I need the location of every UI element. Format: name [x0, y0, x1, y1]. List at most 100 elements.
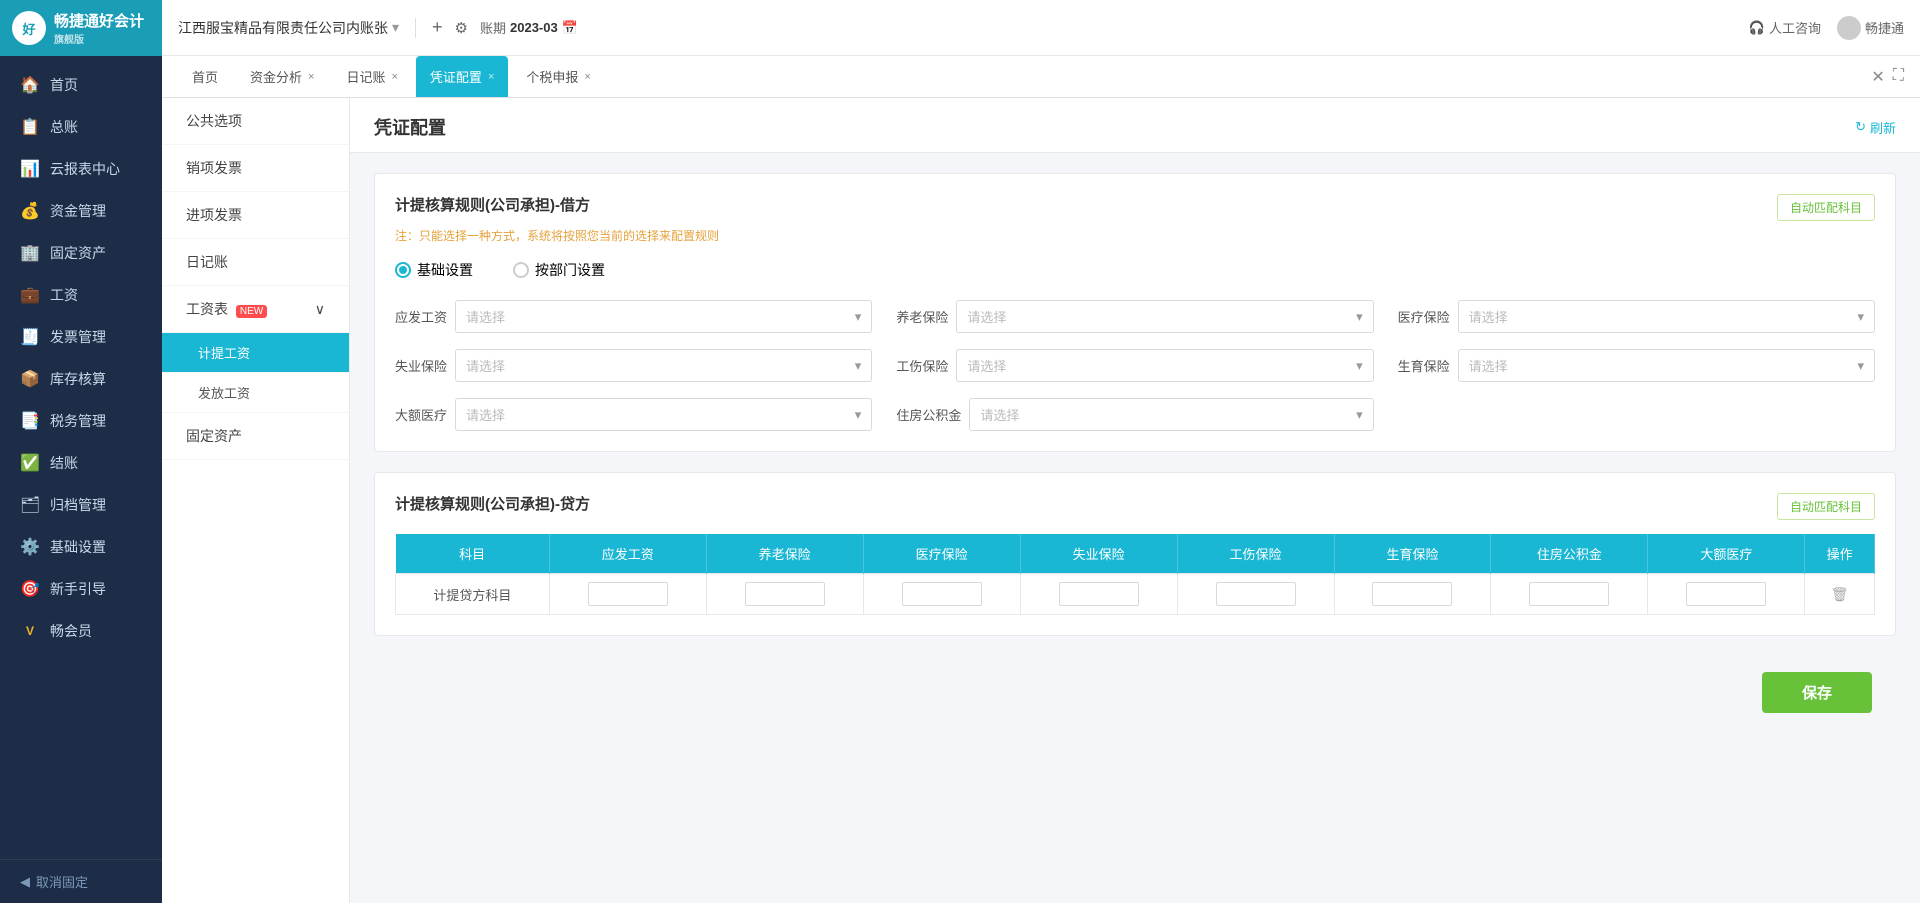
input-shengyu[interactable] [1372, 582, 1452, 606]
td-gongshang-val [1177, 574, 1334, 615]
save-button[interactable]: 保存 [1762, 672, 1872, 713]
refresh-button[interactable]: ↻ 刷新 [1855, 118, 1896, 137]
sidebar-nav: 🏠 首页 📋 总账 📊 云报表中心 💰 资金管理 🏢 固定资产 💼 工资 🧾 发… [0, 56, 162, 859]
radio-department[interactable]: 按部门设置 [513, 260, 605, 280]
sidebar-item-assets[interactable]: 🏢 固定资产 [0, 232, 162, 274]
topbar: 江西服宝精品有限责任公司内账张 ▾ + ⚙ 账期 2023-03 📅 🎧 人工咨… [162, 0, 1920, 56]
field-yiliao-select[interactable]: 请选择 ▾ [1458, 300, 1875, 333]
input-daejyiliao[interactable] [1686, 582, 1766, 606]
sidebar-item-reports[interactable]: 📊 云报表中心 [0, 148, 162, 190]
tab-diary[interactable]: 日记账 × [332, 56, 411, 97]
input-yiliao[interactable] [902, 582, 982, 606]
dropdown-icon: ▾ [855, 358, 862, 374]
sidebar-item-tax[interactable]: 📑 税务管理 [0, 400, 162, 442]
sidebar-item-vip[interactable]: V 畅会员 [0, 610, 162, 652]
expand-tab-action[interactable]: ⛶ [1893, 67, 1904, 87]
field-yingfa-select[interactable]: 请选择 ▾ [455, 300, 872, 333]
tab-close-icon[interactable]: × [488, 71, 494, 83]
auto-match-debit-button[interactable]: 自动匹配科目 [1777, 194, 1875, 221]
input-yanglao[interactable] [745, 582, 825, 606]
field-gongshang-select[interactable]: 请选择 ▾ [956, 349, 1373, 382]
sidebar-item-label: 基础设置 [50, 537, 106, 557]
sidebar-item-ledger[interactable]: 📋 总账 [0, 106, 162, 148]
radio-basic[interactable]: 基础设置 [395, 260, 473, 280]
tab-funds[interactable]: 资金分析 × [236, 56, 328, 97]
inventory-icon: 📦 [20, 369, 40, 389]
section-note: 注：只能选择一种方式，系统将按照您当前的选择来配置规则 [395, 227, 1875, 244]
sidebar-item-inventory[interactable]: 📦 库存核算 [0, 358, 162, 400]
left-menu-diary[interactable]: 日记账 [162, 239, 349, 286]
sidebar-item-funds[interactable]: 💰 资金管理 [0, 190, 162, 232]
sidebar-item-salary[interactable]: 💼 工资 [0, 274, 162, 316]
left-menu-label: 日记账 [186, 254, 228, 270]
field-yingfa: 应发工资 请选择 ▾ [395, 300, 872, 333]
input-gongjijin[interactable] [1529, 582, 1609, 606]
sidebar: 好 畅捷通好会计 旗舰版 🏠 首页 📋 总账 📊 云报表中心 💰 资金管理 🏢 … [0, 0, 162, 903]
left-menu-label: 工资表 NEW [186, 299, 267, 319]
field-daejyiliao-label: 大额医疗 [395, 405, 447, 424]
period-selector[interactable]: 账期 2023-03 📅 [480, 18, 578, 37]
delete-row-button[interactable]: 🗑 [1831, 586, 1849, 602]
dropdown-icon: ▾ [1857, 358, 1864, 374]
invoice-icon: 🧾 [20, 327, 40, 347]
tab-voucher[interactable]: 凭证配置 × [416, 56, 508, 97]
logo-icon: 好 [12, 11, 46, 45]
sidebar-item-archive[interactable]: 🗂 归档管理 [0, 484, 162, 526]
user-button[interactable]: 畅捷通 [1837, 16, 1904, 40]
field-yiliao: 医疗保险 请选择 ▾ [1398, 300, 1875, 333]
tab-close-icon[interactable]: × [584, 71, 590, 83]
input-yingfa[interactable] [588, 582, 668, 606]
support-label: 人工咨询 [1769, 18, 1821, 37]
field-daejyiliao-placeholder: 请选择 [466, 405, 505, 424]
sidebar-item-close[interactable]: ✅ 结账 [0, 442, 162, 484]
left-menu-pay-salary[interactable]: 发放工资 [162, 373, 349, 413]
new-badge: NEW [236, 305, 267, 318]
credit-table: 科目 应发工资 养老保险 医疗保险 失业保险 工伤保险 生育保险 住房公积金 大… [395, 534, 1875, 615]
tab-tax[interactable]: 个税申报 × [512, 56, 604, 97]
tab-close-icon[interactable]: × [391, 71, 397, 83]
th-subject: 科目 [396, 534, 550, 574]
tab-home[interactable]: 首页 [178, 56, 232, 97]
unpin-button[interactable]: ◀ 取消固定 [0, 859, 162, 903]
add-company-button[interactable]: + [432, 17, 443, 38]
sidebar-item-label: 首页 [50, 75, 78, 95]
tab-close-icon[interactable]: × [308, 71, 314, 83]
support-button[interactable]: 🎧 人工咨询 [1749, 18, 1821, 37]
th-shengyu: 生育保险 [1334, 534, 1491, 574]
auto-match-credit-button[interactable]: 自动匹配科目 [1777, 493, 1875, 520]
left-menu-purchase-invoice[interactable]: 进项发票 [162, 192, 349, 239]
left-menu-public[interactable]: 公共选项 [162, 98, 349, 145]
sidebar-item-guide[interactable]: 🎯 新手引导 [0, 568, 162, 610]
field-gongjijin-placeholder: 请选择 [980, 405, 1019, 424]
guide-icon: 🎯 [20, 579, 40, 599]
field-gongjijin-label: 住房公积金 [896, 405, 961, 424]
field-shiye-select[interactable]: 请选择 ▾ [455, 349, 872, 382]
td-delete: 🗑 [1805, 574, 1875, 615]
left-menu-sales-invoice[interactable]: 销项发票 [162, 145, 349, 192]
field-shengyu-placeholder: 请选择 [1469, 356, 1508, 375]
left-menu-accrue-salary[interactable]: 计提工资 [162, 333, 349, 373]
field-daejyiliao: 大额医疗 请选择 ▾ [395, 398, 872, 431]
debit-form-grid: 应发工资 请选择 ▾ 养老保险 请选择 ▾ [395, 300, 1875, 431]
radio-basic-circle [395, 262, 411, 278]
settings-gear-button[interactable]: ⚙ [455, 19, 468, 37]
sidebar-item-label: 总账 [50, 117, 78, 137]
sidebar-item-invoice[interactable]: 🧾 发票管理 [0, 316, 162, 358]
input-gongshang[interactable] [1216, 582, 1296, 606]
field-gongjijin-select[interactable]: 请选择 ▾ [969, 398, 1373, 431]
tab-label: 资金分析 [250, 67, 302, 86]
field-daejyiliao-select[interactable]: 请选择 ▾ [455, 398, 872, 431]
company-selector[interactable]: 江西服宝精品有限责任公司内账张 ▾ [178, 18, 399, 38]
left-menu-salary-group[interactable]: 工资表 NEW ∨ [162, 286, 349, 333]
td-gongjijin-val [1491, 574, 1648, 615]
credit-table-wrapper: 科目 应发工资 养老保险 医疗保险 失业保险 工伤保险 生育保险 住房公积金 大… [395, 534, 1875, 615]
field-yanglao-select[interactable]: 请选择 ▾ [956, 300, 1373, 333]
left-menu-fixed-assets[interactable]: 固定资产 [162, 413, 349, 460]
tab-label: 凭证配置 [430, 67, 482, 86]
sidebar-item-settings[interactable]: ⚙️ 基础设置 [0, 526, 162, 568]
sidebar-item-home[interactable]: 🏠 首页 [0, 64, 162, 106]
close-tab-action[interactable]: ✕ [1871, 67, 1884, 87]
input-shiye[interactable] [1059, 582, 1139, 606]
avatar-icon [1837, 16, 1861, 40]
field-shengyu-select[interactable]: 请选择 ▾ [1458, 349, 1875, 382]
